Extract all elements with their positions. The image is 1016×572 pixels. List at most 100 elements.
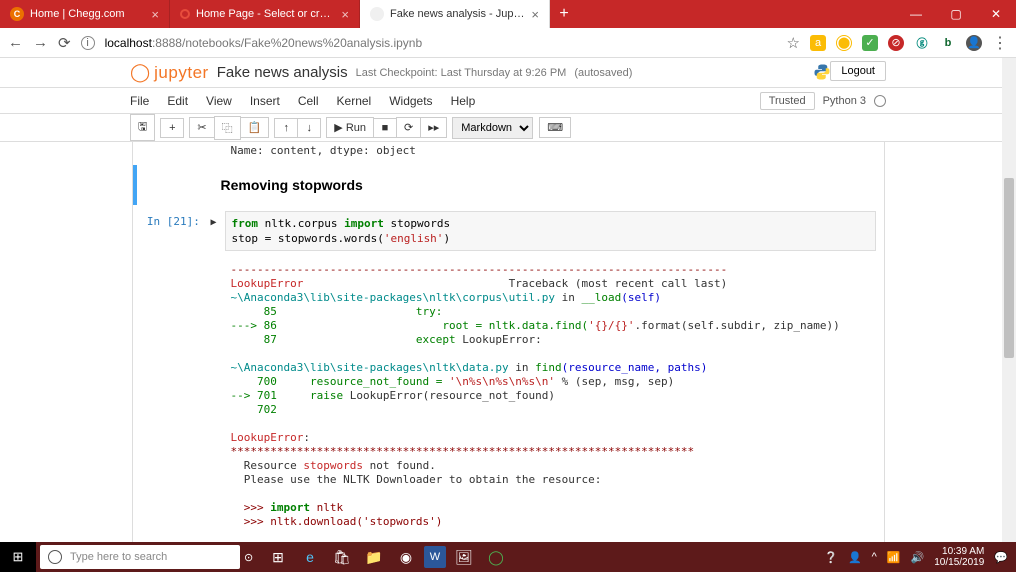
site-info-icon[interactable]: i <box>81 36 95 50</box>
extension-icon[interactable]: a <box>810 35 826 51</box>
toolbar: 🖫 + ✂ ⿻ 📋 ↑ ↓ ▶ Run ■ ⟳ ▸▸ Markdown ⌨ <box>0 114 1016 142</box>
chegg-favicon: C <box>10 7 24 21</box>
jupyter-logo-icon: ◯ <box>130 62 150 83</box>
tab-title: Home | Chegg.com <box>30 8 145 20</box>
url-port: :8888 <box>152 36 182 50</box>
task-view-icon[interactable]: ⊞ <box>264 543 292 571</box>
stop-button[interactable]: ■ <box>373 118 397 138</box>
menubar: File Edit View Insert Cell Kernel Widget… <box>0 88 1016 114</box>
forward-button[interactable]: → <box>33 34 48 51</box>
extension-icon[interactable]: ⓖ <box>914 35 930 51</box>
search-icon <box>48 550 62 564</box>
checkpoint-label: Last Checkpoint: Last Thursday at 9:26 P… <box>356 67 567 79</box>
reload-button[interactable]: ⟳ <box>58 34 71 52</box>
new-tab-button[interactable]: + <box>550 0 578 28</box>
extension-icon[interactable]: b <box>940 35 956 51</box>
paste-button[interactable]: 📋 <box>240 117 270 138</box>
output-text: Name: content, dtype: object <box>133 142 884 159</box>
close-icon[interactable]: × <box>531 7 539 22</box>
markdown-cell[interactable]: Removing stopwords <box>133 165 884 205</box>
start-button[interactable]: ⊞ <box>0 542 36 572</box>
explorer-icon[interactable]: 📁 <box>360 543 388 571</box>
menu-file[interactable]: File <box>130 94 149 108</box>
chrome-icon[interactable]: ◉ <box>392 543 420 571</box>
minimize-button[interactable]: — <box>896 0 936 28</box>
help-icon[interactable]: ❔ <box>824 551 838 564</box>
logout-button[interactable]: Logout <box>830 61 886 81</box>
notification-icon[interactable]: 💬 <box>994 551 1008 564</box>
input-prompt: In [21]: ▶ <box>133 211 225 251</box>
close-window-button[interactable]: ✕ <box>976 0 1016 28</box>
menu-view[interactable]: View <box>206 94 232 108</box>
browser-tab-active[interactable]: Fake news analysis - Jupyter Not × <box>360 0 550 28</box>
cut-button[interactable]: ✂ <box>189 117 214 138</box>
menu-widgets[interactable]: Widgets <box>389 94 432 108</box>
url-host: localhost <box>105 36 152 50</box>
search-placeholder: Type here to search <box>70 551 167 563</box>
command-palette-button[interactable]: ⌨ <box>539 117 571 138</box>
browser-tab[interactable]: Home Page - Select or create a n × <box>170 0 360 28</box>
restart-button[interactable]: ⟳ <box>396 117 421 138</box>
copy-button[interactable]: ⿻ <box>214 116 241 140</box>
browser-navbar: ← → ⟳ i localhost:8888/notebooks/Fake%20… <box>0 28 1016 58</box>
back-button[interactable]: ← <box>8 34 23 51</box>
clock-date: 10/15/2019 <box>934 557 984 568</box>
wifi-icon[interactable]: 📶 <box>887 551 901 564</box>
run-label: Run <box>346 122 366 134</box>
kernel-indicator-icon <box>874 95 886 107</box>
menu-icon[interactable]: ⋮ <box>992 33 1008 53</box>
error-output: ----------------------------------------… <box>133 257 884 542</box>
move-up-button[interactable]: ↑ <box>274 118 298 138</box>
maximize-button[interactable]: ▢ <box>936 0 976 28</box>
system-clock[interactable]: 10:39 AM 10/15/2019 <box>934 546 984 568</box>
taskbar-search[interactable]: Type here to search <box>40 545 240 569</box>
vertical-scrollbar[interactable] <box>1002 58 1016 542</box>
notebook-title[interactable]: Fake news analysis <box>217 64 348 81</box>
browser-titlebar: C Home | Chegg.com × Home Page - Select … <box>0 0 1016 28</box>
cortana-icon[interactable]: ⊙ <box>244 551 258 564</box>
trusted-badge[interactable]: Trusted <box>760 92 815 110</box>
scroll-thumb[interactable] <box>1004 178 1014 358</box>
windows-taskbar: ⊞ Type here to search ⊙ ⊞ e 🛍 📁 ◉ W 🖼 ◯ … <box>0 542 1016 572</box>
run-button[interactable]: ▶ Run <box>326 117 374 138</box>
notebook-scroll[interactable]: Name: content, dtype: object Removing st… <box>0 142 1016 542</box>
md-heading: Removing stopwords <box>213 177 870 193</box>
volume-icon[interactable]: 🔊 <box>911 551 925 564</box>
app-icon[interactable]: ◯ <box>482 543 510 571</box>
address-bar[interactable]: localhost:8888/notebooks/Fake%20news%20a… <box>105 36 423 50</box>
celltype-select[interactable]: Markdown <box>452 117 533 139</box>
photos-icon[interactable]: 🖼 <box>450 543 478 571</box>
tab-title: Fake news analysis - Jupyter Not <box>390 8 525 20</box>
menu-edit[interactable]: Edit <box>167 94 188 108</box>
bookmark-icon[interactable]: ☆ <box>787 34 800 52</box>
people-icon[interactable]: 👤 <box>848 551 862 564</box>
autosave-label: (autosaved) <box>574 67 632 79</box>
browser-tab[interactable]: C Home | Chegg.com × <box>0 0 170 28</box>
move-down-button[interactable]: ↓ <box>297 118 321 138</box>
tray-expand-icon[interactable]: ^ <box>872 551 877 563</box>
jupyter-brand: jupyter <box>154 63 209 83</box>
profile-avatar[interactable]: 👤 <box>966 35 982 51</box>
jupyter-logo[interactable]: ◯ jupyter <box>130 62 209 83</box>
kernel-name: Python 3 <box>823 95 866 107</box>
menu-help[interactable]: Help <box>451 94 476 108</box>
restart-run-button[interactable]: ▸▸ <box>420 117 447 138</box>
extension-icon[interactable]: ⊘ <box>888 35 904 51</box>
save-button[interactable]: 🖫 <box>130 114 155 141</box>
edge-icon[interactable]: e <box>296 543 324 571</box>
close-icon[interactable]: × <box>151 7 159 22</box>
add-cell-button[interactable]: + <box>160 118 184 138</box>
close-icon[interactable]: × <box>341 7 349 22</box>
extension-icon[interactable]: ⬤ <box>836 35 852 51</box>
run-indicator-icon[interactable]: ▶ <box>210 217 216 228</box>
extension-icon[interactable]: ✓ <box>862 35 878 51</box>
code-input[interactable]: from nltk.corpus import stopwordsstop = … <box>225 211 876 251</box>
url-path: /notebooks/Fake%20news%20analysis.ipynb <box>182 36 422 50</box>
word-icon[interactable]: W <box>424 546 446 568</box>
menu-insert[interactable]: Insert <box>250 94 280 108</box>
menu-kernel[interactable]: Kernel <box>337 94 372 108</box>
python-logo-icon <box>813 63 831 81</box>
menu-cell[interactable]: Cell <box>298 94 319 108</box>
store-icon[interactable]: 🛍 <box>328 543 356 571</box>
code-cell[interactable]: In [21]: ▶ from nltk.corpus import stopw… <box>133 211 884 251</box>
